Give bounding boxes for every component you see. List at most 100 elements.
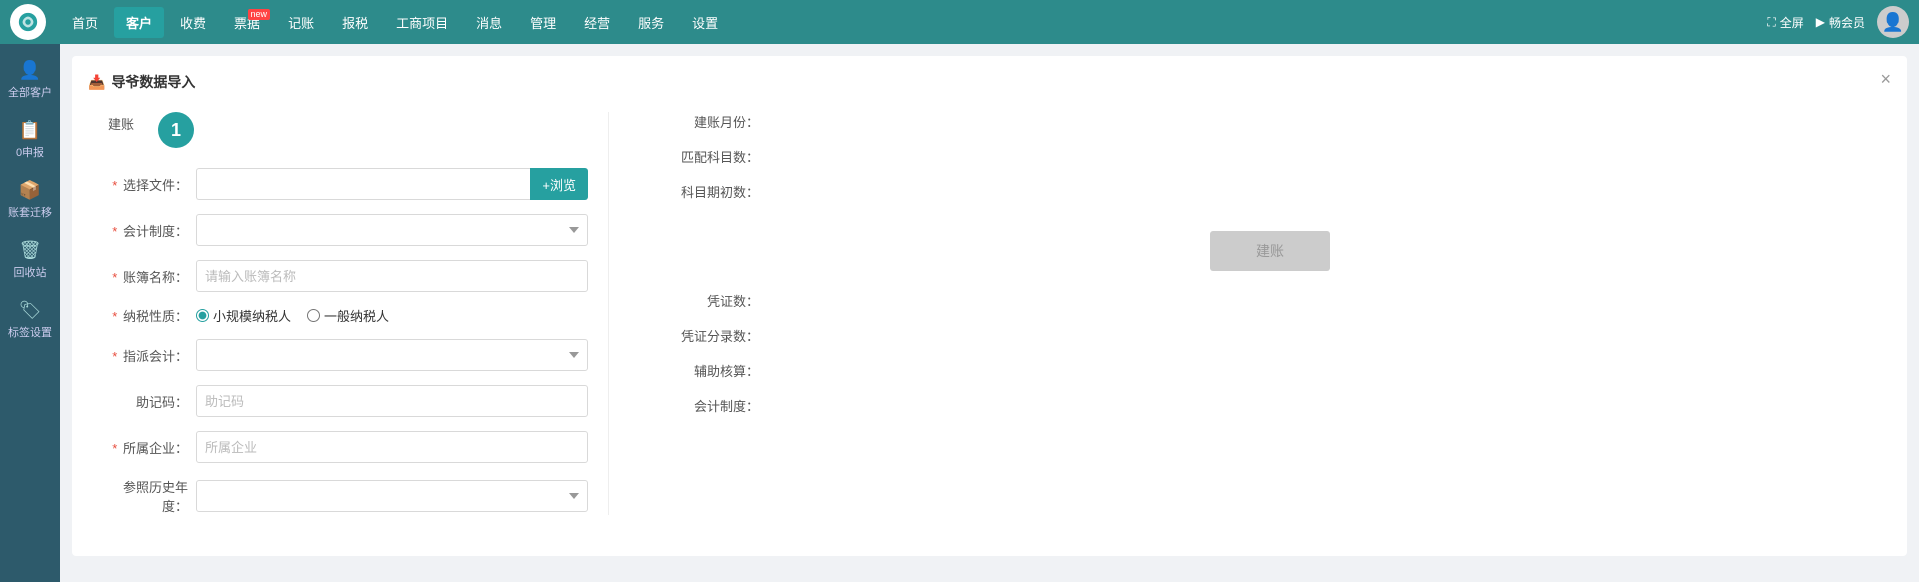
required-star-bookname: * bbox=[112, 270, 117, 285]
all-customers-icon: 👤 bbox=[19, 60, 41, 81]
sidebar-item-declare[interactable]: 📋 0申报 bbox=[3, 112, 57, 168]
import-icon: 📥 bbox=[88, 74, 105, 91]
file-input[interactable] bbox=[196, 168, 530, 200]
required-star-accounting: * bbox=[112, 224, 117, 239]
panel-title-text: 导爷数据导入 bbox=[111, 72, 195, 92]
accounting-label: * 会计制度： bbox=[108, 221, 188, 240]
sidebar-item-migrate-label: 账套迁移 bbox=[8, 204, 52, 220]
history-row: 参照历史年度： bbox=[108, 477, 588, 515]
close-button[interactable]: × bbox=[1880, 70, 1891, 88]
nav-settings[interactable]: 设置 bbox=[680, 7, 730, 38]
tax-small-label: 小规模纳税人 bbox=[213, 306, 291, 325]
sidebar-item-all-customers-label: 全部客户 bbox=[8, 84, 52, 100]
nav-bookkeeping[interactable]: 记账 bbox=[276, 7, 326, 38]
form-area: 建账 1 * 选择文件： +浏览 bbox=[88, 112, 1891, 515]
nav-manage[interactable]: 管理 bbox=[518, 7, 568, 38]
tax-general-input[interactable] bbox=[307, 309, 320, 322]
sidebar-item-migrate[interactable]: 📦 账套迁移 bbox=[3, 172, 57, 228]
sidebar-item-declare-label: 0申报 bbox=[16, 144, 44, 160]
required-star-accountant: * bbox=[112, 349, 117, 364]
tags-icon: 🏷 bbox=[19, 300, 42, 321]
nav-service[interactable]: 服务 bbox=[626, 7, 676, 38]
info-month-row: 建账月份： bbox=[669, 112, 1871, 131]
memo-row: 助记码： bbox=[108, 385, 588, 417]
info-voucher-row: 凭证数： bbox=[669, 291, 1871, 310]
accountant-select[interactable] bbox=[196, 339, 588, 371]
browse-button[interactable]: +浏览 bbox=[530, 168, 588, 200]
nav-business[interactable]: 工商项目 bbox=[384, 7, 460, 38]
migrate-icon: 📦 bbox=[19, 180, 41, 201]
info-auxiliary-row: 辅助核算： bbox=[669, 361, 1871, 380]
memo-input[interactable] bbox=[196, 385, 588, 417]
info-month-label: 建账月份： bbox=[669, 112, 759, 131]
file-row: * 选择文件： +浏览 bbox=[108, 168, 588, 200]
sidebar-item-trash-label: 回收站 bbox=[14, 264, 47, 280]
accountant-row: * 指派会计： bbox=[108, 339, 588, 371]
fullscreen-btn[interactable]: ⛶ 全屏 bbox=[1767, 14, 1803, 31]
file-label: * 选择文件： bbox=[108, 175, 188, 194]
top-nav: 首页 客户 收费 票据 new 记账 报税 工商项目 消息 管理 经营 服务 设… bbox=[0, 0, 1919, 44]
info-period-row: 科目期初数： bbox=[669, 182, 1871, 201]
vertical-divider bbox=[608, 112, 609, 515]
trash-icon: 🗑 bbox=[19, 240, 42, 261]
info-voucher-record-row: 凭证分录数： bbox=[669, 326, 1871, 345]
info-voucher-record-label: 凭证分录数： bbox=[669, 326, 759, 345]
build-button[interactable]: 建账 bbox=[1210, 231, 1330, 271]
company-row: * 所属企业： bbox=[108, 431, 588, 463]
step-section: 建账 1 bbox=[108, 112, 588, 148]
import-panel: 📥 导爷数据导入 × 建账 1 * bbox=[72, 56, 1907, 556]
build-btn-area: 建账 bbox=[669, 231, 1871, 271]
form-rows: * 选择文件： +浏览 * 会计制度： bbox=[108, 168, 588, 515]
fullscreen-icon: ⛶ bbox=[1767, 15, 1775, 30]
vip-icon: ▶ bbox=[1816, 15, 1825, 29]
required-star-company: * bbox=[112, 441, 117, 456]
nav-fee[interactable]: 收费 bbox=[168, 7, 218, 38]
memo-label: 助记码： bbox=[108, 392, 188, 411]
step-label-text: 建账 bbox=[108, 112, 142, 133]
avatar-icon: 👤 bbox=[1882, 12, 1904, 33]
bookname-input[interactable] bbox=[196, 260, 588, 292]
vip-btn[interactable]: ▶ 畅会员 bbox=[1816, 14, 1865, 31]
nav-message[interactable]: 消息 bbox=[464, 7, 514, 38]
vip-label: 畅会员 bbox=[1829, 14, 1865, 31]
tax-general-label: 一般纳税人 bbox=[324, 306, 389, 325]
sidebar-item-tags-label: 标签设置 bbox=[8, 324, 52, 340]
company-input[interactable] bbox=[196, 431, 588, 463]
tax-general-radio[interactable]: 一般纳税人 bbox=[307, 306, 389, 325]
sidebar: 👤 全部客户 📋 0申报 📦 账套迁移 🗑 回收站 🏷 标签设置 bbox=[0, 44, 60, 582]
nav-operation[interactable]: 经营 bbox=[572, 7, 622, 38]
info-accounting-sys-label: 会计制度： bbox=[669, 396, 759, 415]
step-circle: 1 bbox=[158, 112, 194, 148]
nav-home[interactable]: 首页 bbox=[60, 7, 110, 38]
nav-right-area: ⛶ 全屏 ▶ 畅会员 👤 bbox=[1767, 6, 1909, 38]
sidebar-item-tags[interactable]: 🏷 标签设置 bbox=[3, 292, 57, 348]
main-layout: 👤 全部客户 📋 0申报 📦 账套迁移 🗑 回收站 🏷 标签设置 📥 导爷数据导… bbox=[0, 44, 1919, 582]
panel-title-area: 📥 导爷数据导入 bbox=[88, 72, 1891, 92]
form-left: 建账 1 * 选择文件： +浏览 bbox=[108, 112, 588, 515]
info-match-label: 匹配科目数： bbox=[669, 147, 759, 166]
bookname-label: * 账簿名称： bbox=[108, 267, 188, 286]
tax-radio-group: 小规模纳税人 一般纳税人 bbox=[196, 306, 389, 325]
sidebar-item-all-customers[interactable]: 👤 全部客户 bbox=[3, 52, 57, 108]
accounting-select[interactable] bbox=[196, 214, 588, 246]
required-star-tax: * bbox=[112, 309, 117, 324]
nav-tax[interactable]: 报税 bbox=[330, 7, 380, 38]
nav-customer[interactable]: 客户 bbox=[114, 7, 164, 38]
bookname-row: * 账簿名称： bbox=[108, 260, 588, 292]
tax-label: * 纳税性质： bbox=[108, 306, 188, 325]
user-avatar[interactable]: 👤 bbox=[1877, 6, 1909, 38]
required-star-file: * bbox=[112, 178, 117, 193]
info-period-label: 科目期初数： bbox=[669, 182, 759, 201]
tax-small-radio[interactable]: 小规模纳税人 bbox=[196, 306, 291, 325]
sidebar-item-trash[interactable]: 🗑 回收站 bbox=[3, 232, 57, 288]
nav-ticket[interactable]: 票据 new bbox=[222, 7, 272, 38]
info-auxiliary-label: 辅助核算： bbox=[669, 361, 759, 380]
info-match-row: 匹配科目数： bbox=[669, 147, 1871, 166]
info-voucher-label: 凭证数： bbox=[669, 291, 759, 310]
history-select[interactable] bbox=[196, 480, 588, 512]
declare-icon: 📋 bbox=[19, 120, 41, 141]
tax-small-input[interactable] bbox=[196, 309, 209, 322]
fullscreen-label: 全屏 bbox=[1780, 14, 1804, 31]
info-accounting-sys-row: 会计制度： bbox=[669, 396, 1871, 415]
history-label: 参照历史年度： bbox=[108, 477, 188, 515]
